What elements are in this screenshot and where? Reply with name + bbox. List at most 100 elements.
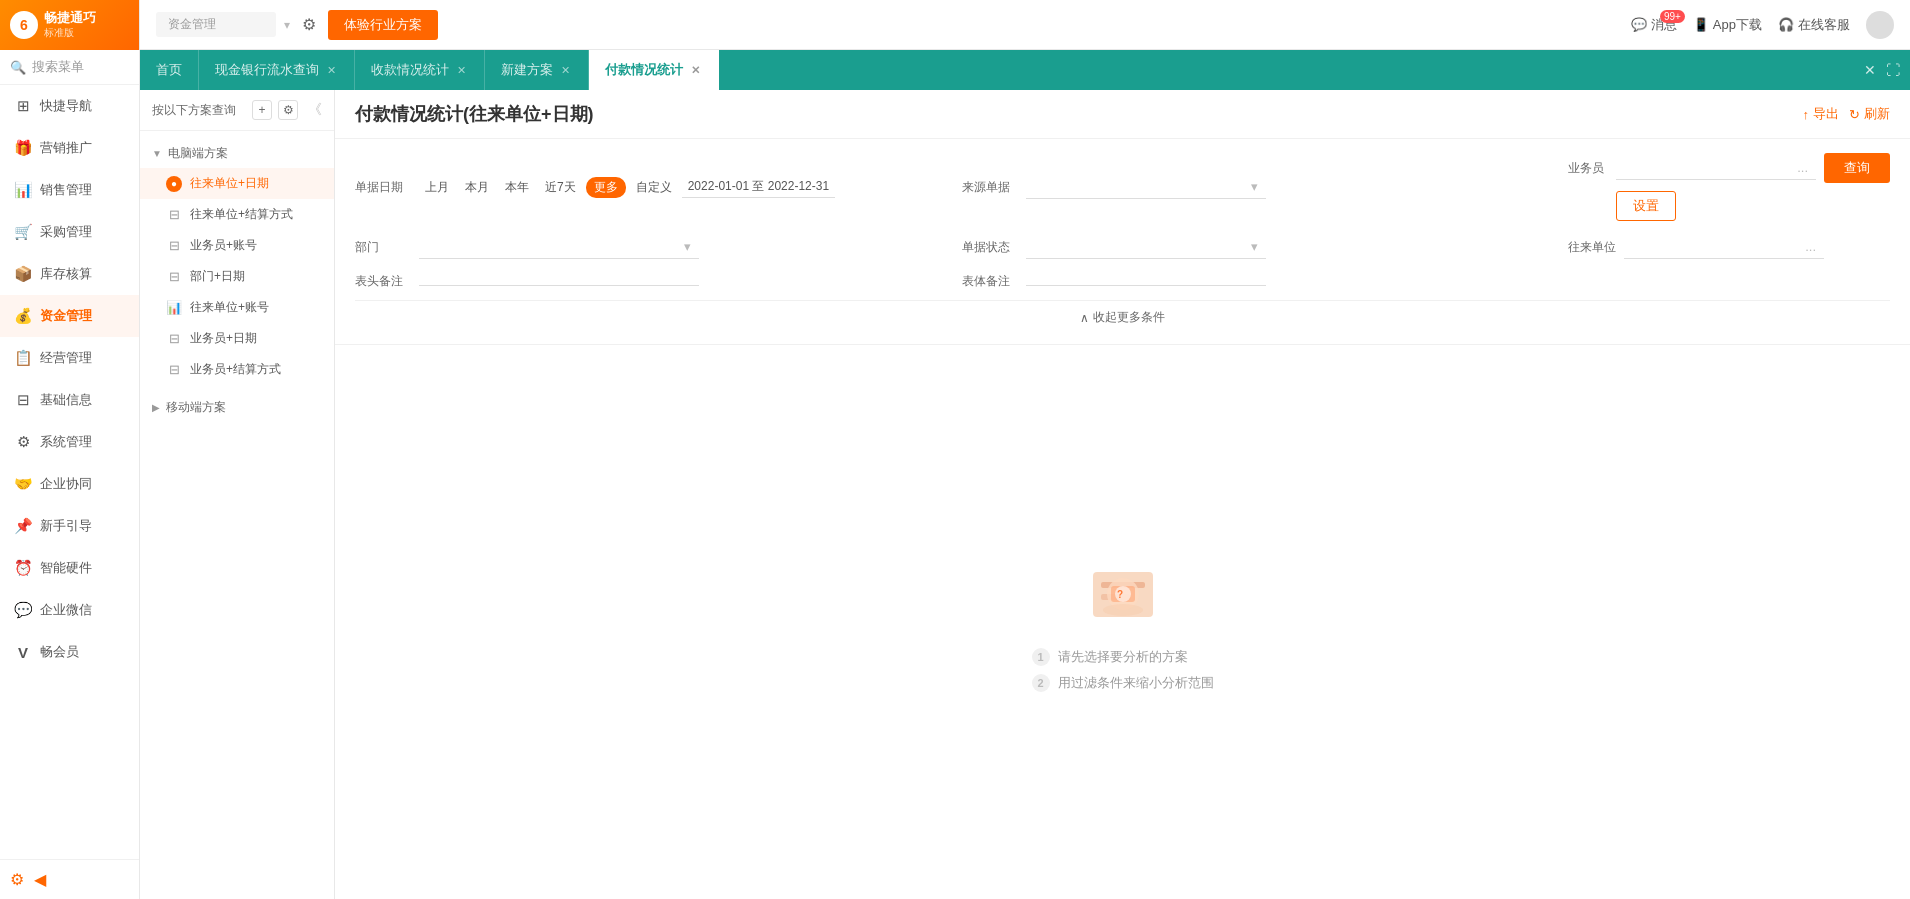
docstatus-label-r: 单据状态 bbox=[962, 239, 1018, 256]
body-note-label-r: 表体备注 bbox=[962, 273, 1018, 290]
tab-payment-stat[interactable]: 付款情况统计 ✕ bbox=[589, 50, 719, 90]
tab-new-plan[interactable]: 新建方案 ✕ bbox=[485, 50, 589, 90]
plan-item-staff-account[interactable]: ⊟ 业务员+账号 bbox=[140, 230, 334, 261]
content-area: 按以下方案查询 + ⚙ 《 ▼ 电脑端方案 ● 往来单位+日期 ⊟ bbox=[140, 90, 1910, 899]
plan-item-unit-account-icon: 📊 bbox=[166, 300, 182, 316]
search-menu[interactable]: 🔍 搜索菜单 bbox=[0, 50, 139, 85]
desktop-plan-section: ▼ 电脑端方案 ● 往来单位+日期 ⊟ 往来单位+结算方式 ⊟ 业务员+账号 ⊟ bbox=[140, 131, 334, 393]
trial-button[interactable]: 体验行业方案 bbox=[328, 10, 438, 40]
filter-cell-docstatus: 单据状态 ▾ bbox=[962, 227, 1569, 267]
quick-nav-icon: ⊞ bbox=[14, 97, 32, 115]
opt-more[interactable]: 更多 bbox=[586, 177, 626, 198]
empty-num-1: 1 bbox=[1032, 648, 1050, 666]
purchase-icon: 🛒 bbox=[14, 223, 32, 241]
add-plan-button[interactable]: + bbox=[252, 100, 272, 120]
sidebar-item-system[interactable]: ⚙ 系统管理 bbox=[0, 421, 139, 463]
app-download-action[interactable]: 📱 App下载 bbox=[1693, 16, 1762, 34]
capital-icon: 💰 bbox=[14, 307, 32, 325]
sidebar-item-label: 基础信息 bbox=[40, 391, 92, 409]
plan-item-unit-settle[interactable]: ⊟ 往来单位+结算方式 bbox=[140, 199, 334, 230]
plan-item-unit-settle-label: 往来单位+结算方式 bbox=[190, 206, 293, 223]
user-avatar[interactable] bbox=[1866, 11, 1894, 39]
sidebar-item-member[interactable]: V 畅会员 bbox=[0, 631, 139, 673]
mobile-section[interactable]: ▶ 移动端方案 bbox=[140, 393, 334, 422]
tab-close-all-icon[interactable]: ✕ bbox=[1864, 62, 1876, 78]
message-action[interactable]: 💬 消息 99+ bbox=[1631, 16, 1677, 34]
tab-home-label: 首页 bbox=[156, 61, 182, 79]
plan-item-staff-date[interactable]: ⊟ 业务员+日期 bbox=[140, 323, 334, 354]
sidebar-item-label: 新手引导 bbox=[40, 517, 92, 535]
left-panel-actions: + ⚙ 《 bbox=[252, 100, 322, 120]
sidebar-item-guide[interactable]: 📌 新手引导 bbox=[0, 505, 139, 547]
sidebar-item-marketing[interactable]: 🎁 营销推广 bbox=[0, 127, 139, 169]
export-button[interactable]: ↑ 导出 bbox=[1803, 105, 1840, 123]
logo-icon: 6 bbox=[10, 11, 38, 39]
source-select[interactable]: ▾ bbox=[1026, 175, 1266, 199]
opt-last7[interactable]: 近7天 bbox=[539, 177, 582, 198]
plan-item-unit-date-icon: ● bbox=[166, 176, 182, 192]
staff-select[interactable]: ... bbox=[1616, 156, 1816, 180]
sidebar: 6 畅捷通巧 标准版 🔍 搜索菜单 ⊞ 快捷导航 🎁 营销推广 📊 销售管理 🛒… bbox=[0, 0, 140, 899]
tab-receipt-stat[interactable]: 收款情况统计 ✕ bbox=[355, 50, 485, 90]
date-range-val[interactable]: 2022-01-01 至 2022-12-31 bbox=[682, 176, 835, 198]
message-badge: 99+ bbox=[1660, 10, 1685, 23]
body-note-input[interactable] bbox=[1026, 277, 1266, 286]
tab-new-plan-close-icon[interactable]: ✕ bbox=[559, 62, 572, 79]
plan-item-unit-date[interactable]: ● 往来单位+日期 bbox=[140, 168, 334, 199]
sidebar-item-label: 企业微信 bbox=[40, 601, 92, 619]
sidebar-item-cooperation[interactable]: 🤝 企业协同 bbox=[0, 463, 139, 505]
sidebar-item-inventory[interactable]: 📦 库存核算 bbox=[0, 253, 139, 295]
unit-select[interactable]: ... bbox=[1624, 235, 1824, 259]
sidebar-logo: 6 畅捷通巧 标准版 bbox=[0, 0, 139, 50]
mobile-section-chevron-icon: ▶ bbox=[152, 402, 160, 413]
plan-item-staff-settle[interactable]: ⊟ 业务员+结算方式 bbox=[140, 354, 334, 385]
refresh-button[interactable]: ↻ 刷新 bbox=[1849, 105, 1890, 123]
tab-receipt-stat-close-icon[interactable]: ✕ bbox=[455, 62, 468, 79]
tab-payment-stat-close-icon[interactable]: ✕ bbox=[689, 62, 702, 79]
query-button[interactable]: 查询 bbox=[1824, 153, 1890, 183]
settings-button[interactable]: 设置 bbox=[1616, 191, 1676, 221]
unit-dots-icon: ... bbox=[1805, 239, 1816, 254]
source-chevron-icon: ▾ bbox=[1251, 179, 1258, 194]
sidebar-item-purchase[interactable]: 🛒 采购管理 bbox=[0, 211, 139, 253]
member-icon: V bbox=[14, 643, 32, 661]
sidebar-item-label: 智能硬件 bbox=[40, 559, 92, 577]
tab-bank-flow[interactable]: 现金银行流水查询 ✕ bbox=[199, 50, 355, 90]
sidebar-item-sales[interactable]: 📊 销售管理 bbox=[0, 169, 139, 211]
sidebar-item-capital[interactable]: 💰 资金管理 bbox=[0, 295, 139, 337]
tab-bank-flow-close-icon[interactable]: ✕ bbox=[325, 62, 338, 79]
sidebar-item-label: 库存核算 bbox=[40, 265, 92, 283]
plan-item-staff-account-label: 业务员+账号 bbox=[190, 237, 257, 254]
app-icon: 📱 bbox=[1693, 17, 1709, 32]
opt-this-month[interactable]: 本月 bbox=[459, 177, 495, 198]
tabs-bar: 首页 现金银行流水查询 ✕ 收款情况统计 ✕ 新建方案 ✕ 付款情况统计 ✕ ✕… bbox=[140, 50, 1910, 90]
sidebar-item-basic[interactable]: ⊟ 基础信息 bbox=[0, 379, 139, 421]
sidebar-item-wechat[interactable]: 💬 企业微信 bbox=[0, 589, 139, 631]
opt-custom[interactable]: 自定义 bbox=[630, 177, 678, 198]
guide-icon: 📌 bbox=[14, 517, 32, 535]
docstatus-select[interactable]: ▾ bbox=[1026, 235, 1266, 259]
header-note-input[interactable] bbox=[419, 277, 699, 286]
sidebar-item-hardware[interactable]: ⏰ 智能硬件 bbox=[0, 547, 139, 589]
plan-settings-icon[interactable]: ⚙ bbox=[278, 100, 298, 120]
tab-home[interactable]: 首页 bbox=[140, 50, 199, 90]
sidebar-item-business[interactable]: 📋 经营管理 bbox=[0, 337, 139, 379]
tab-expand-icon[interactable]: ⛶ bbox=[1886, 62, 1900, 78]
collapse-filter-button[interactable]: ∧ 收起更多条件 bbox=[1080, 309, 1165, 326]
opt-last-month[interactable]: 上月 bbox=[419, 177, 455, 198]
sidebar-item-quick-nav[interactable]: ⊞ 快捷导航 bbox=[0, 85, 139, 127]
footer-settings-icon[interactable]: ⚙ bbox=[10, 870, 24, 889]
panel-collapse-icon[interactable]: 《 bbox=[308, 101, 322, 119]
opt-this-year[interactable]: 本年 bbox=[499, 177, 535, 198]
plan-item-dept-date[interactable]: ⊟ 部门+日期 bbox=[140, 261, 334, 292]
desktop-section-header[interactable]: ▼ 电脑端方案 bbox=[140, 139, 334, 168]
dept-select[interactable]: ▾ bbox=[419, 235, 699, 259]
logo-title: 畅捷通巧 bbox=[44, 10, 96, 26]
tab-payment-stat-label: 付款情况统计 bbox=[605, 61, 683, 79]
plan-item-unit-account[interactable]: 📊 往来单位+账号 bbox=[140, 292, 334, 323]
sidebar-item-label: 采购管理 bbox=[40, 223, 92, 241]
plan-item-dept-date-label: 部门+日期 bbox=[190, 268, 245, 285]
header-settings-icon[interactable]: ⚙ bbox=[298, 11, 320, 38]
footer-collapse-icon[interactable]: ◀ bbox=[34, 870, 46, 889]
online-service-action[interactable]: 🎧 在线客服 bbox=[1778, 16, 1850, 34]
